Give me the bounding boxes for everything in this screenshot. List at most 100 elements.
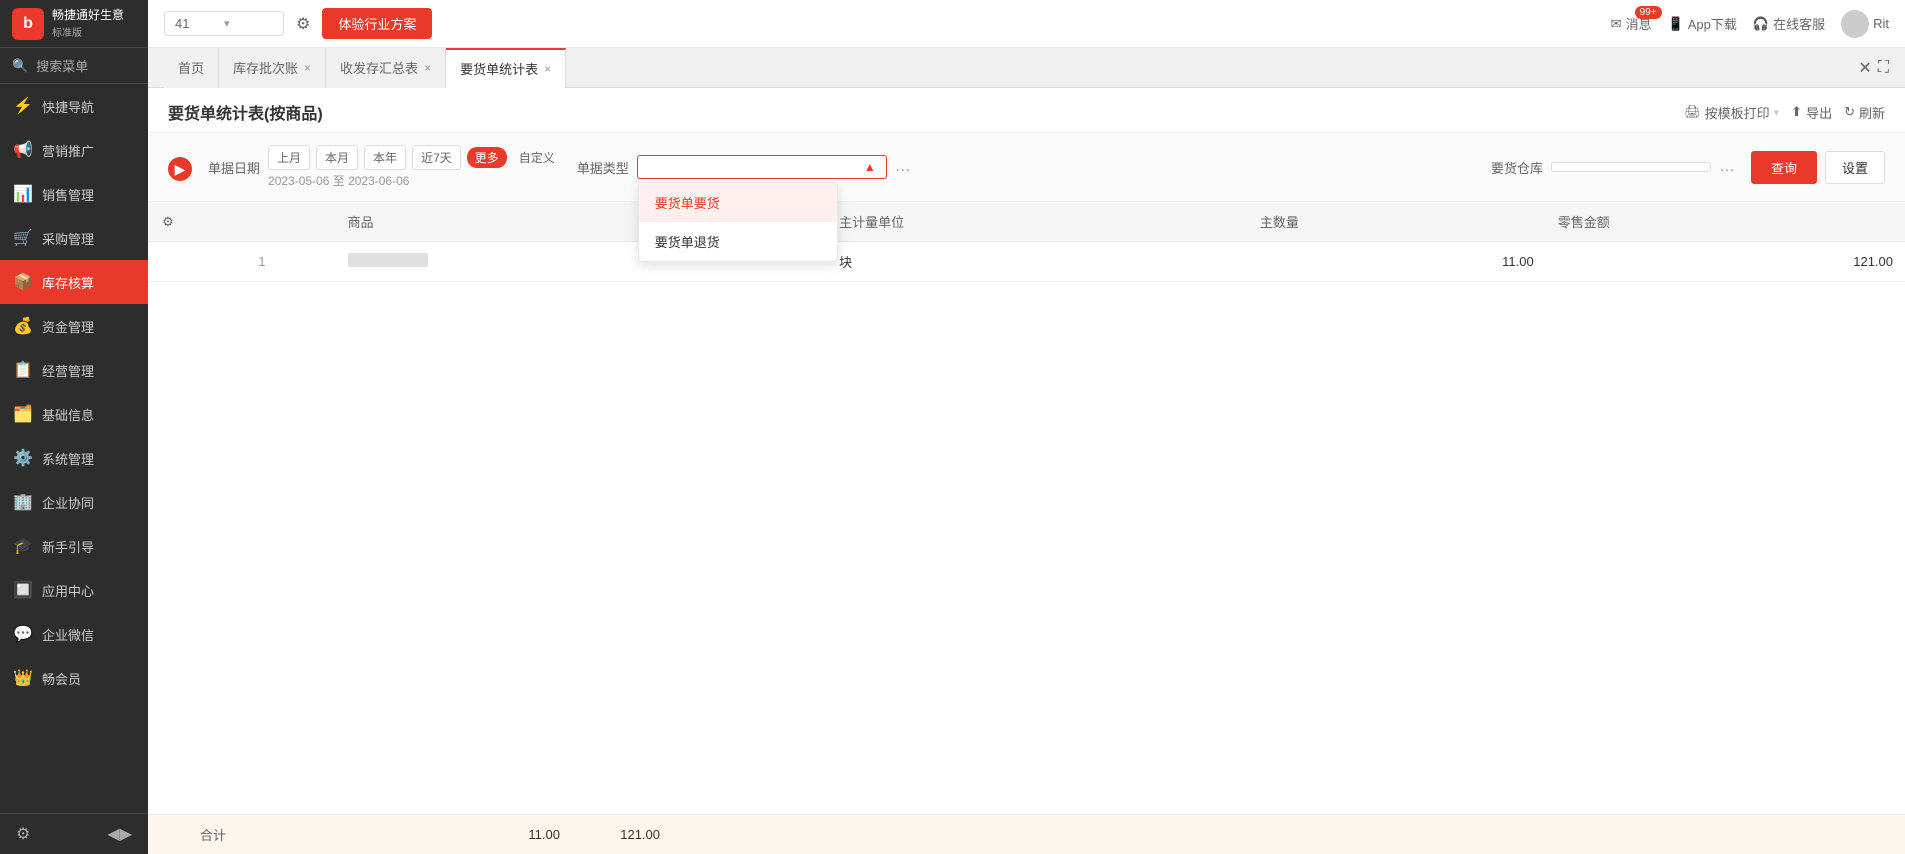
wechat-icon: 💬 xyxy=(12,623,34,645)
sidebar-item-system[interactable]: ⚙️ 系统管理 xyxy=(0,436,148,480)
print-template-button[interactable]: 🖨 按模板打印 ▾ xyxy=(1684,103,1779,122)
sidebar-item-label: 畅会员 xyxy=(42,669,81,688)
header-left: 41 ▾ ⚙ 体验行业方案 xyxy=(164,8,432,39)
date-range-display: 2023-05-06 至 2023-06-06 xyxy=(268,172,561,189)
message-icon: ✉ xyxy=(1611,16,1622,32)
sidebar-item-label: 企业协同 xyxy=(42,493,94,512)
sidebar-item-appstore[interactable]: 🔲 应用中心 xyxy=(0,568,148,612)
top-header: 41 ▾ ⚙ 体验行业方案 ✉ 消息 99+ 📱 App下载 🎧 在线客服 R xyxy=(148,0,1905,48)
col-amount: 零售金额 xyxy=(1546,202,1905,242)
tab-batch-account[interactable]: 库存批次账 × xyxy=(219,48,326,88)
sidebar-item-label: 快捷导航 xyxy=(42,97,94,116)
table-header: ⚙ 商品 主计量单位 主数量 零售金额 xyxy=(148,202,1905,242)
settings-icon[interactable]: ⚙ xyxy=(16,824,30,844)
service-icon: 🎧 xyxy=(1753,16,1769,32)
tab-batch-account-close[interactable]: × xyxy=(304,61,311,75)
data-table: ⚙ 商品 主计量单位 主数量 零售金额 1 xyxy=(148,202,1905,282)
tab-close-all-button[interactable]: ✕ xyxy=(1858,58,1871,78)
date-btn-row: 上月 本月 本年 近7天 更多 自定义 xyxy=(268,145,561,170)
page-header: 要货单统计表(按商品) 🖨 按模板打印 ▾ ⬆ 导出 ↻ 刷新 xyxy=(148,88,1905,133)
tab-receipt-summary-close[interactable]: × xyxy=(424,61,431,75)
last-7days-button[interactable]: 近7天 xyxy=(412,145,461,170)
tab-receipt-summary[interactable]: 收发存汇总表 × xyxy=(326,48,446,88)
dropdown-item-2[interactable]: 要货单退货 xyxy=(639,222,837,261)
this-year-button[interactable]: 本年 xyxy=(364,145,406,170)
sidebar-item-label: 企业微信 xyxy=(42,625,94,644)
sidebar-item-sales[interactable]: 📊 销售管理 xyxy=(0,172,148,216)
inventory-icon: 📦 xyxy=(12,271,34,293)
sidebar-item-operation[interactable]: 📋 经营管理 xyxy=(0,348,148,392)
filter-expand-button[interactable]: ▶ xyxy=(168,157,192,181)
type-more-button[interactable]: … xyxy=(895,158,911,176)
app-download-button[interactable]: 📱 App下载 xyxy=(1668,14,1737,33)
purchase-icon: 🛒 xyxy=(12,227,34,249)
this-month-button[interactable]: 本月 xyxy=(316,145,358,170)
sidebar-item-finance[interactable]: 💰 资金管理 xyxy=(0,304,148,348)
footer-amount: 121.00 xyxy=(580,827,680,842)
sidebar-logo: b 畅捷通好生意 标准版 xyxy=(0,0,148,48)
app-title: 畅捷通好生意 xyxy=(52,8,124,24)
sidebar-item-purchase[interactable]: 🛒 采购管理 xyxy=(0,216,148,260)
tab-home-label: 首页 xyxy=(178,58,204,77)
export-button[interactable]: ⬆ 导出 xyxy=(1791,103,1832,122)
last-month-button[interactable]: 上月 xyxy=(268,145,310,170)
tab-expand-buttons: ✕ ⛶ xyxy=(1858,58,1889,78)
refresh-button[interactable]: ↻ 刷新 xyxy=(1844,103,1885,122)
sidebar-item-enterprise[interactable]: 🏢 企业协同 xyxy=(0,480,148,524)
print-icon: 🖨 xyxy=(1684,104,1701,120)
quick-nav-icon: ⚡ xyxy=(12,95,34,117)
warehouse-filter-group: 要货仓库 … xyxy=(1491,158,1735,177)
query-button[interactable]: 查询 xyxy=(1751,151,1817,184)
filter-row-top: ▶ 单据日期 上月 本月 本年 近7天 更多 自定义 2023-05-06 xyxy=(168,145,1885,189)
collapse-icon[interactable]: ◀▶ xyxy=(107,824,132,844)
warehouse-more-button[interactable]: … xyxy=(1719,158,1735,176)
app-subtitle: 标准版 xyxy=(52,24,124,39)
trial-button[interactable]: 体验行业方案 xyxy=(322,8,432,39)
search-icon: 🔍 xyxy=(12,58,28,74)
sidebar-item-label: 库存核算 xyxy=(42,273,94,292)
warehouse-select[interactable] xyxy=(1551,162,1711,172)
user-name: Rit xyxy=(1873,16,1889,31)
type-select[interactable]: ▲ 要货单要货 要货单退货 xyxy=(637,155,887,179)
warehouse-filter-label: 要货仓库 xyxy=(1491,158,1543,177)
sidebar-item-guide[interactable]: 🎓 新手引导 xyxy=(0,524,148,568)
page-actions: 🖨 按模板打印 ▾ ⬆ 导出 ↻ 刷新 xyxy=(1684,103,1885,122)
header-right: ✉ 消息 99+ 📱 App下载 🎧 在线客服 Rit xyxy=(1611,10,1889,38)
search-label: 搜索菜单 xyxy=(36,56,88,75)
operation-icon: 📋 xyxy=(12,359,34,381)
tab-order-stat[interactable]: 要货单统计表 × xyxy=(446,48,566,88)
arrow-up-icon: ▲ xyxy=(864,160,876,174)
sidebar-item-inventory[interactable]: 📦 库存核算 xyxy=(0,260,148,304)
date-more-button[interactable]: 更多 xyxy=(467,147,507,168)
table-body: 1 块 11.00 121.00 xyxy=(148,242,1905,282)
type-filter-group: 单据类型 ▲ 要货单要货 要货单退货 … xyxy=(577,155,1475,179)
gear-icon[interactable]: ⚙ xyxy=(296,14,310,34)
dropdown-item-1[interactable]: 要货单要货 xyxy=(639,183,837,222)
sidebar-item-wechat[interactable]: 💬 企业微信 xyxy=(0,612,148,656)
col-settings[interactable]: ⚙ xyxy=(148,202,188,242)
sidebar-item-marketing[interactable]: 📢 营销推广 xyxy=(0,128,148,172)
messages-button[interactable]: ✉ 消息 99+ xyxy=(1611,14,1652,33)
date-custom-button[interactable]: 自定义 xyxy=(513,146,561,169)
type-filter-label: 单据类型 xyxy=(577,158,629,177)
user-menu[interactable]: Rit xyxy=(1841,10,1889,38)
avatar xyxy=(1841,10,1869,38)
search-menu[interactable]: 🔍 搜索菜单 xyxy=(0,48,148,84)
online-service-button[interactable]: 🎧 在线客服 xyxy=(1753,14,1825,33)
sidebar-item-quick-nav[interactable]: ⚡ 快捷导航 xyxy=(0,84,148,128)
company-selector[interactable]: 41 ▾ xyxy=(164,11,284,36)
tab-batch-account-label: 库存批次账 xyxy=(233,58,298,77)
table-header-row: ⚙ 商品 主计量单位 主数量 零售金额 xyxy=(148,202,1905,242)
sidebar-item-member[interactable]: 👑 畅会员 xyxy=(0,656,148,700)
sidebar-bottom: ⚙ ◀▶ xyxy=(0,813,148,854)
tab-receipt-summary-label: 收发存汇总表 xyxy=(340,58,418,77)
row-num-cell: 1 xyxy=(188,242,336,282)
tab-maximize-button[interactable]: ⛶ xyxy=(1878,58,1889,78)
settings-button[interactable]: 设置 xyxy=(1825,151,1885,184)
marketing-icon: 📢 xyxy=(12,139,34,161)
type-dropdown-menu: 要货单要货 要货单退货 xyxy=(638,182,838,262)
date-filter-buttons: 上月 本月 本年 近7天 更多 自定义 2023-05-06 至 2023-06… xyxy=(268,145,561,189)
tab-home[interactable]: 首页 xyxy=(164,48,219,88)
tab-order-stat-close[interactable]: × xyxy=(544,62,551,76)
sidebar-item-basic[interactable]: 🗂️ 基础信息 xyxy=(0,392,148,436)
